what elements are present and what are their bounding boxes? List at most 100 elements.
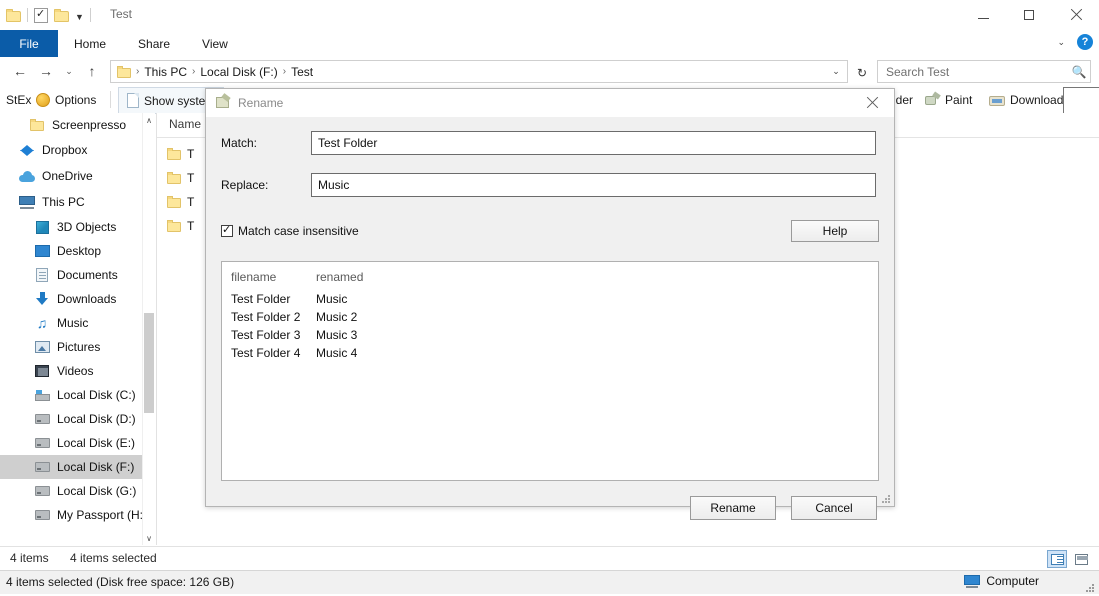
ribbon-tabs: File Home Share View xyxy=(0,30,244,57)
scrollbar-thumb[interactable] xyxy=(144,313,154,413)
help-icon[interactable]: ? xyxy=(1077,34,1093,50)
resize-grip[interactable] xyxy=(1085,582,1095,592)
collapse-ribbon-icon[interactable]: ⌄ xyxy=(1057,37,1065,48)
tray-computer-label: Computer xyxy=(986,574,1039,588)
toolbar-empty-box[interactable] xyxy=(1063,87,1099,114)
up-button[interactable]: ↑ xyxy=(80,60,104,82)
folder-icon[interactable] xyxy=(6,8,21,22)
status-bar: 4 items 4 items selected xyxy=(0,546,1099,571)
breadcrumb-this-pc[interactable]: This PC xyxy=(140,65,191,79)
new-folder-icon[interactable] xyxy=(54,8,69,22)
help-button[interactable]: Help xyxy=(791,220,879,242)
back-button[interactable]: ← xyxy=(8,60,32,82)
drive-c-icon xyxy=(33,386,51,404)
sidebar-item-documents[interactable]: Documents xyxy=(0,263,155,287)
sidebar-item-downloads[interactable]: Downloads xyxy=(0,287,155,311)
sidebar-item-label: Local Disk (F:) xyxy=(57,460,135,474)
stex-label: StEx xyxy=(6,92,32,107)
table-row[interactable]: T xyxy=(167,215,194,237)
refresh-button[interactable]: ↻ xyxy=(851,60,873,85)
breadcrumb-local-disk-f[interactable]: Local Disk (F:) xyxy=(196,65,281,79)
preview-column-renamed: renamed xyxy=(316,270,364,284)
preview-row[interactable]: Test Folder 3 Music 3 xyxy=(231,328,406,342)
downloads-icon xyxy=(33,290,51,308)
sidebar-item-label: Screenpresso xyxy=(52,118,127,132)
sidebar-item-local-disk-d[interactable]: Local Disk (D:) xyxy=(0,407,155,431)
sidebar-item-label: Documents xyxy=(57,268,118,282)
dialog-close-button[interactable] xyxy=(850,89,894,117)
match-input[interactable]: Test Folder xyxy=(311,131,876,155)
preview-row[interactable]: Test Folder 2 Music 2 xyxy=(231,310,406,324)
tab-home[interactable]: Home xyxy=(58,30,122,57)
onedrive-cloud-icon xyxy=(18,167,36,185)
dialog-title-bar[interactable]: Rename xyxy=(206,89,894,118)
drive-icon xyxy=(33,410,51,428)
file-name: T xyxy=(187,171,195,185)
sidebar-item-music[interactable]: ♫ Music xyxy=(0,311,155,335)
rename-button[interactable]: Rename xyxy=(690,496,776,520)
tab-view[interactable]: View xyxy=(186,30,244,57)
maximize-button[interactable] xyxy=(1006,0,1052,30)
downloads-button[interactable]: Downloads xyxy=(989,86,1069,113)
tiles-view-button[interactable] xyxy=(1071,550,1091,568)
tab-file[interactable]: File xyxy=(0,30,58,57)
preview-row[interactable]: Test Folder 4 Music 4 xyxy=(231,346,406,360)
options-button[interactable]: Options xyxy=(36,86,96,113)
search-icon: 🔍 xyxy=(1071,64,1087,79)
match-case-checkbox-row[interactable]: Match case insensitive xyxy=(221,223,359,238)
sidebar-item-pictures[interactable]: Pictures xyxy=(0,335,155,359)
address-input[interactable]: › This PC › Local Disk (F:) › Test ⌄ xyxy=(110,60,848,83)
sidebar-item-label: This PC xyxy=(42,195,85,209)
scroll-down-icon[interactable]: ∨ xyxy=(143,531,155,545)
sidebar-item-screenpresso[interactable]: Screenpresso xyxy=(0,113,155,137)
search-input[interactable]: Search Test xyxy=(878,65,1068,79)
drive-icon xyxy=(33,434,51,452)
tab-share[interactable]: Share xyxy=(122,30,186,57)
preview-renamed: Music 2 xyxy=(316,310,358,324)
sidebar-item-local-disk-f[interactable]: Local Disk (F:) xyxy=(0,455,155,479)
column-header-name[interactable]: Name xyxy=(169,117,201,131)
sidebar-item-my-passport-h[interactable]: My Passport (H:) xyxy=(0,503,155,527)
breadcrumb-test[interactable]: Test xyxy=(287,65,317,79)
dialog-resize-grip[interactable] xyxy=(881,493,891,503)
address-dropdown-icon[interactable]: ⌄ xyxy=(825,61,847,82)
close-button[interactable] xyxy=(1052,0,1099,30)
preview-row[interactable]: Test Folder Music xyxy=(231,292,406,306)
new-folder-button[interactable]: lder xyxy=(893,86,913,113)
sidebar-item-desktop[interactable]: Desktop xyxy=(0,239,155,263)
replace-input[interactable]: Music xyxy=(311,173,876,197)
sidebar-item-onedrive[interactable]: OneDrive xyxy=(0,163,155,189)
scroll-up-icon[interactable]: ∧ xyxy=(143,113,155,127)
sidebar-item-local-disk-e[interactable]: Local Disk (E:) xyxy=(0,431,155,455)
sidebar-item-dropbox[interactable]: Dropbox xyxy=(0,137,155,163)
forward-button[interactable]: → xyxy=(34,60,58,82)
details-view-button[interactable] xyxy=(1047,550,1067,568)
cancel-button[interactable]: Cancel xyxy=(791,496,877,520)
minimize-button[interactable] xyxy=(960,0,1006,30)
recent-locations-button[interactable]: ⌄ xyxy=(60,60,78,82)
videos-icon xyxy=(33,362,51,380)
sidebar-scrollbar[interactable]: ∧ ∨ xyxy=(142,113,155,545)
drive-icon xyxy=(33,506,51,524)
dialog-title: Rename xyxy=(238,96,284,110)
search-box[interactable]: Search Test 🔍 xyxy=(877,60,1091,83)
chevron-down-icon[interactable]: ▼ xyxy=(75,9,84,22)
sidebar-item-local-disk-c[interactable]: Local Disk (C:) xyxy=(0,383,155,407)
preview-list[interactable]: filename renamed Test Folder Music Test … xyxy=(221,261,879,481)
folder-icon xyxy=(117,65,131,78)
sidebar-item-label: Local Disk (E:) xyxy=(57,436,136,450)
properties-checkbox-icon[interactable] xyxy=(34,7,48,23)
sidebar-item-local-disk-g[interactable]: Local Disk (G:) xyxy=(0,479,155,503)
checkbox-icon[interactable] xyxy=(221,223,233,237)
table-row[interactable]: T xyxy=(167,191,194,213)
tray-computer-item[interactable]: Computer xyxy=(964,574,1039,588)
sidebar-item-this-pc[interactable]: This PC xyxy=(0,189,155,215)
view-buttons xyxy=(1047,550,1091,568)
table-row[interactable]: T xyxy=(167,167,194,189)
table-row[interactable]: T xyxy=(167,143,194,165)
minimize-icon xyxy=(977,18,989,19)
sidebar-item-3d-objects[interactable]: 3D Objects xyxy=(0,215,155,239)
sidebar-item-videos[interactable]: Videos xyxy=(0,359,155,383)
rename-tool-icon xyxy=(216,96,231,110)
paint-button[interactable]: Paint xyxy=(925,86,972,113)
